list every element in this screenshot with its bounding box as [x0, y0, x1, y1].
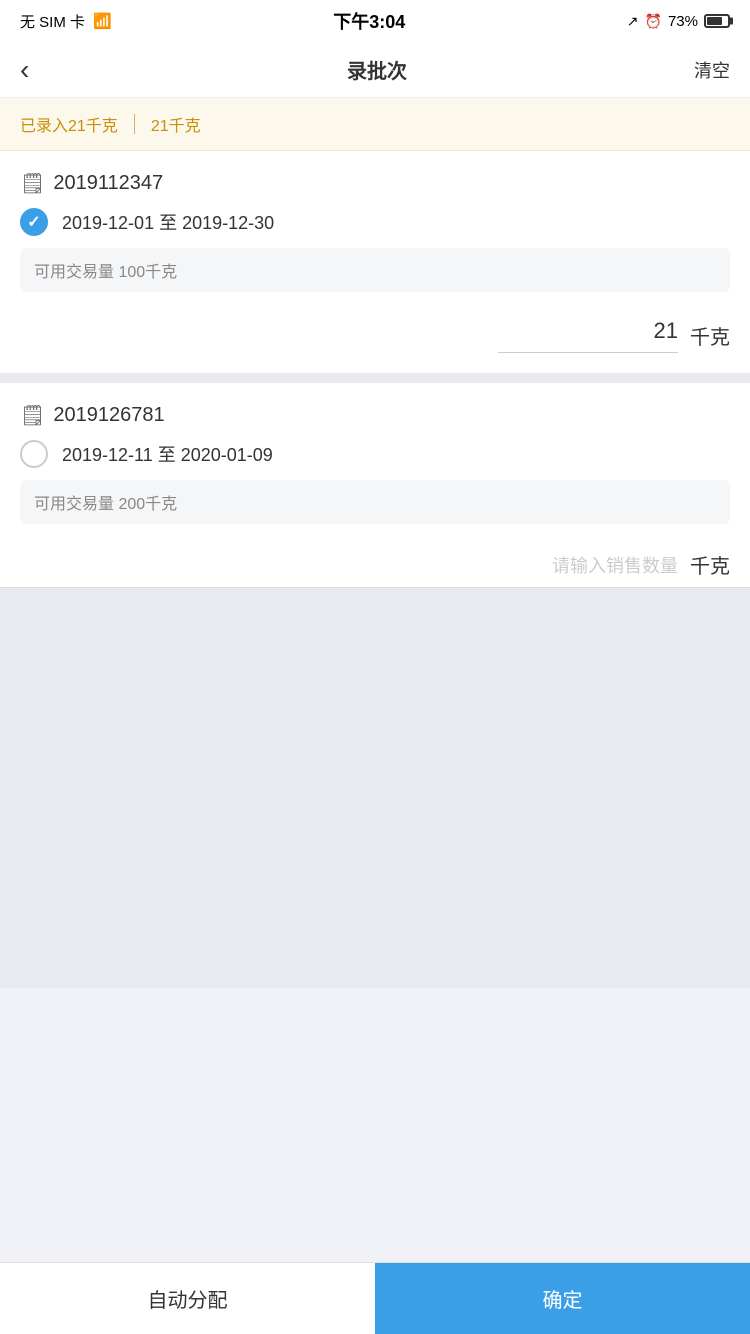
battery-percent: 73% [668, 13, 698, 30]
quantity-row-1: 21 千克 [0, 308, 750, 353]
clear-button[interactable]: 清空 [694, 57, 730, 83]
battery-icon [704, 14, 730, 28]
batch-icon-1: 🗒 [20, 171, 45, 196]
batch-available-2: 可用交易量 200千克 [20, 480, 730, 524]
batch-radio-1[interactable]: ✓ [20, 208, 48, 236]
status-time: 下午3:04 [333, 8, 405, 34]
quantity-input-area-2[interactable]: 请输入销售数量 千克 [0, 540, 750, 588]
clock-icon: ⏰ [645, 13, 662, 30]
batch-date-row-1[interactable]: ✓ 2019-12-01 至 2019-12-30 [20, 208, 730, 236]
batch-available-1: 可用交易量 100千克 [20, 248, 730, 292]
total-amount: 21千克 [151, 112, 201, 136]
no-sim-text: 无 SIM 卡 [20, 11, 85, 32]
info-banner: 已录入21千克 21千克 [0, 98, 750, 151]
quantity-unit-1: 千克 [690, 321, 730, 350]
wifi-icon: 📶 [93, 12, 112, 30]
batch-id-1: 2019112347 [53, 172, 163, 195]
batch-available-text-2: 可用交易量 200千克 [34, 496, 177, 513]
unit-label-2: 千克 [690, 550, 730, 579]
batch-id-row-1: 🗒 2019112347 [20, 171, 730, 196]
confirm-button[interactable]: 确定 [375, 1263, 750, 1334]
batch-date-2: 2019-12-11 至 2020-01-09 [62, 441, 273, 467]
batch-card-2: 🗒 2019126781 2019-12-11 至 2020-01-09 可用交… [0, 383, 750, 588]
batch-date-1: 2019-12-01 至 2019-12-30 [62, 209, 274, 235]
status-right: ↗ ⏰ 73% [627, 13, 730, 30]
nav-bar: ‹ 录批次 清空 [0, 42, 750, 98]
batch-id-2: 2019126781 [53, 404, 164, 427]
batch-radio-2[interactable] [20, 440, 48, 468]
page-title: 录批次 [347, 55, 407, 84]
status-bar: 无 SIM 卡 📶 下午3:04 ↗ ⏰ 73% [0, 0, 750, 42]
check-icon-1: ✓ [27, 212, 40, 232]
bottom-action-bar: 自动分配 确定 [0, 1262, 750, 1334]
batch-card-1: 🗒 2019112347 ✓ 2019-12-01 至 2019-12-30 可… [0, 151, 750, 373]
back-button[interactable]: ‹ [20, 54, 60, 86]
location-icon: ↗ [627, 13, 639, 30]
banner-divider [134, 114, 135, 134]
quantity-value-1: 21 [638, 318, 678, 344]
batch-icon-2: 🗒 [20, 403, 45, 428]
quantity-input-1[interactable]: 21 [498, 318, 678, 353]
batch-date-row-2[interactable]: 2019-12-11 至 2020-01-09 [20, 440, 730, 468]
batch-id-row-2: 🗒 2019126781 [20, 403, 730, 428]
bottom-area [0, 588, 750, 988]
status-left: 无 SIM 卡 📶 [20, 11, 112, 32]
auto-distribute-button[interactable]: 自动分配 [0, 1263, 375, 1334]
batch-available-text-1: 可用交易量 100千克 [34, 264, 177, 281]
section-divider [0, 373, 750, 383]
input-placeholder-2: 请输入销售数量 [552, 552, 678, 578]
recorded-amount: 已录入21千克 [20, 112, 118, 136]
